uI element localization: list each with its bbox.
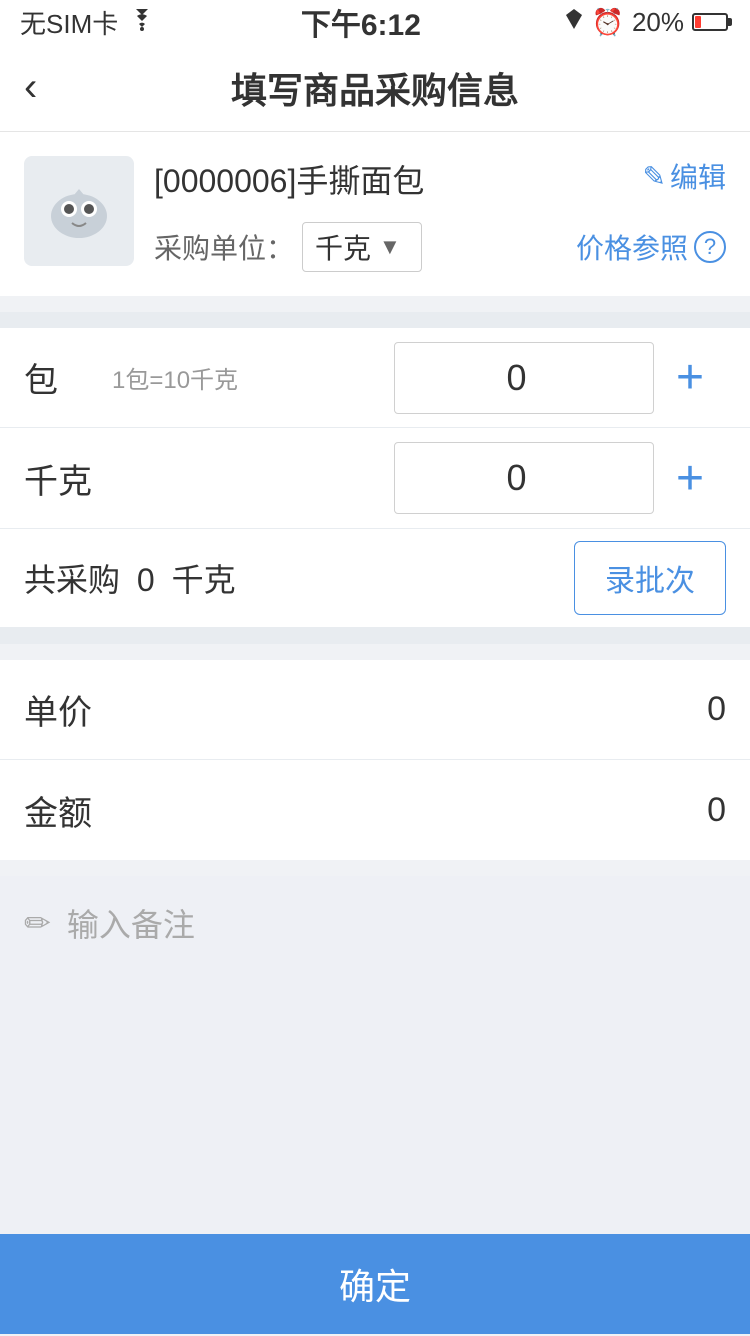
product-card: [0000006]手撕面包 ✎ 编辑 采购单位： 千克 ▼ 价格参照 ? xyxy=(0,132,750,296)
status-bar-time: 下午6:12 xyxy=(301,0,421,44)
main-content: [0000006]手撕面包 ✎ 编辑 采购单位： 千克 ▼ 价格参照 ? xyxy=(0,132,750,1336)
product-name-row: [0000006]手撕面包 ✎ 编辑 xyxy=(154,156,726,202)
kg-plus-button[interactable]: + xyxy=(654,442,726,514)
back-button[interactable]: ‹ xyxy=(24,65,37,110)
kg-quantity-input[interactable] xyxy=(394,442,654,514)
page-title: 填写商品采购信息 xyxy=(231,62,519,114)
notes-section[interactable]: ✏ 输入备注 xyxy=(0,876,750,1236)
unit-price-value: 0 xyxy=(707,690,726,729)
nav-bar: ‹ 填写商品采购信息 xyxy=(0,44,750,132)
bao-plus-button[interactable]: + xyxy=(654,342,726,414)
dropdown-arrow: ▼ xyxy=(379,234,401,260)
status-bar-left: 无SIM卡 xyxy=(20,4,158,41)
battery-percent: 20% xyxy=(632,7,684,38)
price-section: 单价 0 金额 0 xyxy=(0,660,750,860)
section-divider-2 xyxy=(0,628,750,644)
status-bar: 无SIM卡 下午6:12 ⏰ 20% xyxy=(0,0,750,44)
kg-input-control: + xyxy=(394,442,726,514)
unit-row: 采购单位： 千克 ▼ 价格参照 ? xyxy=(154,222,726,272)
bao-sub-label: 1包=10千克 xyxy=(112,360,394,395)
summary-text: 共采购 0 千克 xyxy=(24,555,236,601)
batch-button[interactable]: 录批次 xyxy=(574,541,726,615)
product-info: [0000006]手撕面包 ✎ 编辑 采购单位： 千克 ▼ 价格参照 ? xyxy=(154,156,726,272)
confirm-button[interactable]: 确定 xyxy=(0,1234,750,1334)
bao-label: 包 xyxy=(24,353,104,402)
help-icon: ? xyxy=(694,231,726,263)
unit-price-label: 单价 xyxy=(24,685,92,734)
kg-label: 千克 xyxy=(24,454,104,503)
amount-label: 金额 xyxy=(24,786,92,835)
bao-input-control: + xyxy=(394,342,726,414)
confirm-button-label: 确定 xyxy=(339,1258,411,1310)
product-name: [0000006]手撕面包 xyxy=(154,156,424,202)
status-bar-right: ⏰ 20% xyxy=(564,7,730,38)
section-divider-1 xyxy=(0,312,750,328)
wifi-icon xyxy=(126,7,158,38)
amount-row: 金额 0 xyxy=(0,760,750,860)
product-thumbnail xyxy=(24,156,134,266)
amount-value: 0 xyxy=(707,791,726,830)
bao-quantity-input[interactable] xyxy=(394,342,654,414)
battery-icon xyxy=(692,13,730,31)
price-ref-button[interactable]: 价格参照 ? xyxy=(576,227,726,267)
pencil-icon: ✏ xyxy=(24,904,51,942)
unit-price-row: 单价 0 xyxy=(0,660,750,760)
bao-input-row: 包 1包=10千克 + xyxy=(0,328,750,428)
input-section: 包 1包=10千克 + 千克 + xyxy=(0,328,750,528)
edit-button[interactable]: ✎ 编辑 xyxy=(643,156,726,196)
unit-label-text: 采购单位： xyxy=(154,227,294,267)
alarm-icon: ⏰ xyxy=(592,7,624,38)
carrier-label: 无SIM卡 xyxy=(20,4,118,41)
kg-input-row: 千克 + xyxy=(0,428,750,528)
unit-select[interactable]: 千克 ▼ xyxy=(302,222,422,272)
location-icon xyxy=(564,7,584,38)
edit-icon: ✎ xyxy=(643,160,666,193)
notes-placeholder-text: 输入备注 xyxy=(67,900,195,946)
summary-row: 共采购 0 千克 录批次 xyxy=(0,528,750,628)
